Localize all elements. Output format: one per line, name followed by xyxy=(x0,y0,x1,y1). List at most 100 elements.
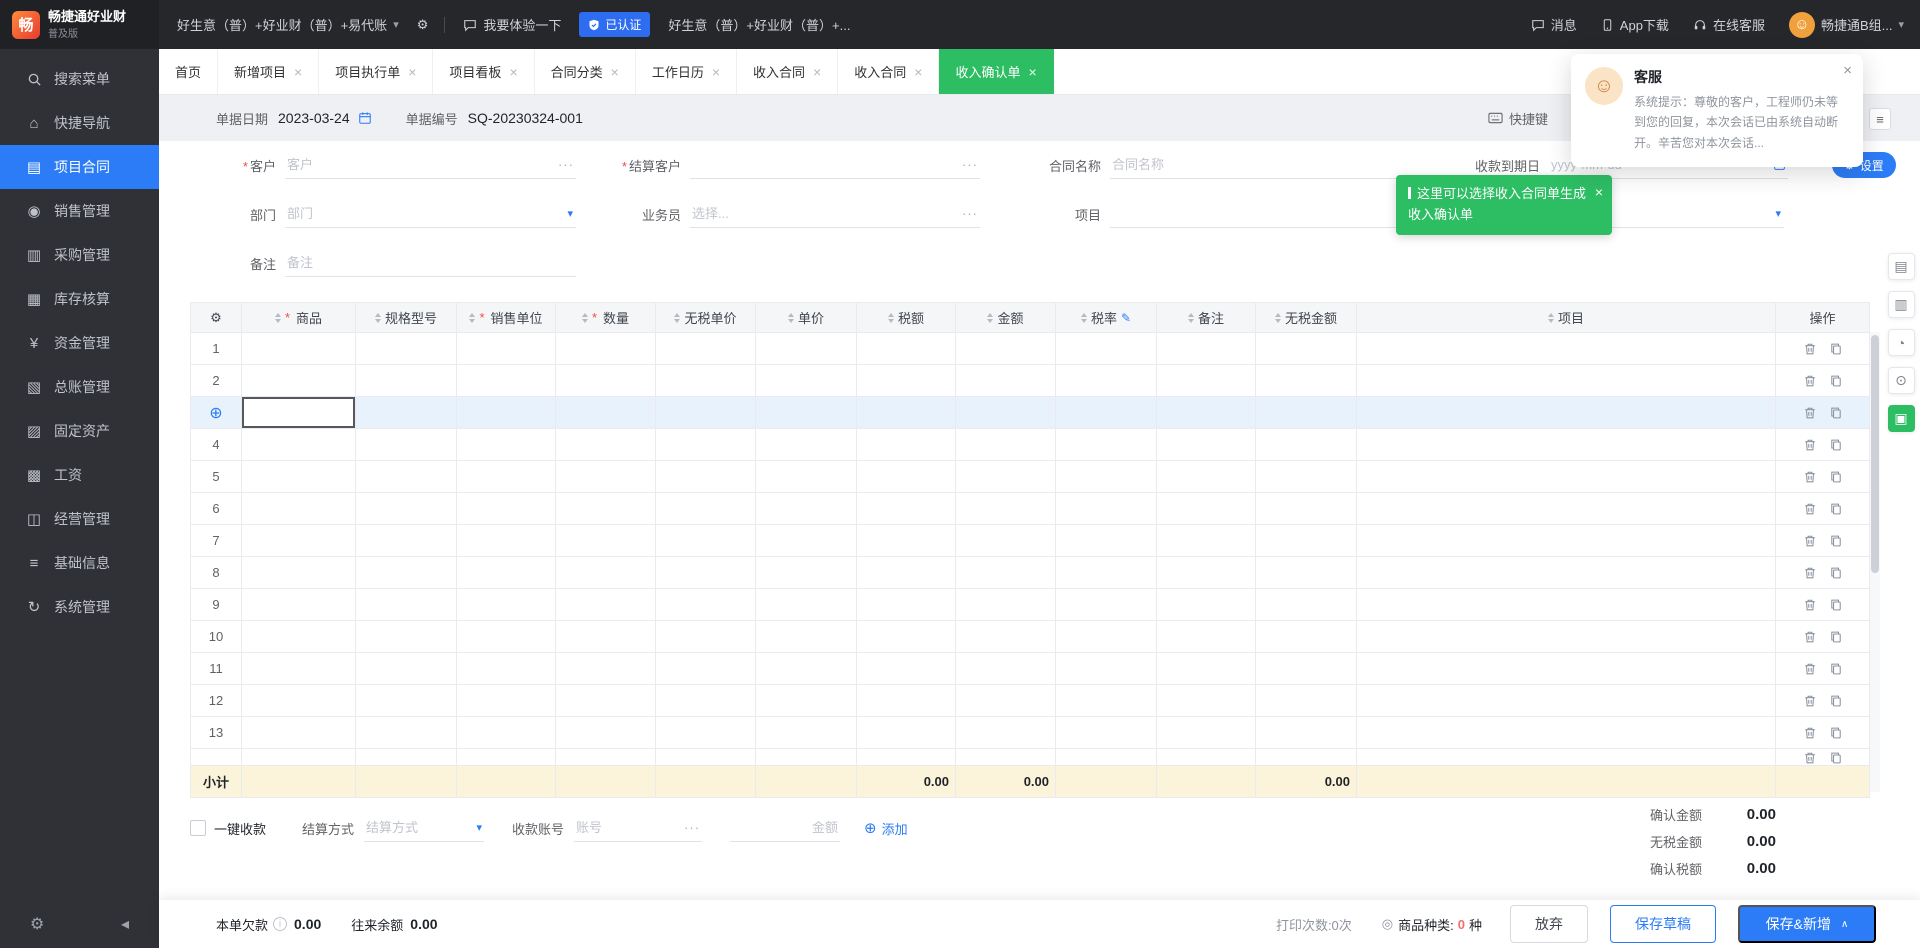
sidebar-item-1[interactable]: ⌂ 快捷导航 xyxy=(0,101,159,145)
chevron-down-icon[interactable]: ▾ xyxy=(1775,207,1782,220)
grid-cell[interactable] xyxy=(1156,332,1256,365)
grid-cell[interactable] xyxy=(1156,716,1256,749)
grid-cell[interactable] xyxy=(555,428,656,461)
hint-close-icon[interactable]: × xyxy=(1595,181,1603,203)
online-service-button[interactable]: 在线客服 xyxy=(1693,15,1765,34)
grid-cell[interactable] xyxy=(355,428,457,461)
popup-close-icon[interactable]: × xyxy=(1843,62,1852,79)
sidebar-item-9[interactable]: ▩ 工资 xyxy=(0,453,159,497)
sidebar-item-3[interactable]: ◉ 销售管理 xyxy=(0,189,159,233)
delete-row-icon[interactable] xyxy=(1803,374,1817,388)
delete-row-icon[interactable] xyxy=(1803,566,1817,580)
tab-8[interactable]: 收入确认单 × xyxy=(939,49,1054,94)
grid-cell[interactable] xyxy=(755,684,857,717)
grid-cell[interactable] xyxy=(355,460,457,493)
sort-icon[interactable] xyxy=(469,312,476,323)
ellipsis-picker-icon[interactable]: ··· xyxy=(962,157,978,172)
grid-cell[interactable] xyxy=(1055,428,1157,461)
grid-cell[interactable] xyxy=(955,556,1056,589)
grid-cell[interactable] xyxy=(1356,652,1776,685)
grid-cell[interactable] xyxy=(755,588,857,621)
grid-cell[interactable] xyxy=(655,332,756,365)
grid-cell[interactable] xyxy=(355,684,457,717)
grid-cell[interactable] xyxy=(456,620,556,653)
column-header-1[interactable]: 规格型号 xyxy=(355,302,457,333)
tab-7[interactable]: 收入合同 × xyxy=(838,49,940,94)
grid-cell[interactable] xyxy=(456,684,556,717)
grid-cell[interactable] xyxy=(355,588,457,621)
grid-cell[interactable] xyxy=(655,684,756,717)
column-header-6[interactable]: 税额 xyxy=(856,302,956,333)
grid-row-5[interactable]: 5 xyxy=(190,460,1870,493)
sidebar-item-11[interactable]: ≡ 基础信息 xyxy=(0,541,159,585)
grid-cell[interactable] xyxy=(655,748,756,766)
experience-link[interactable]: 我要体验一下 xyxy=(463,15,561,34)
grid-cell[interactable] xyxy=(555,524,656,557)
grid-cell[interactable] xyxy=(1255,620,1357,653)
certified-badge[interactable]: 已认证 xyxy=(579,12,651,37)
grid-cell[interactable] xyxy=(655,716,756,749)
sort-icon[interactable] xyxy=(987,312,994,323)
grid-cell[interactable] xyxy=(856,684,956,717)
grid-cell[interactable] xyxy=(456,716,556,749)
grid-cell[interactable] xyxy=(1156,684,1256,717)
grid-cell[interactable] xyxy=(955,460,1056,493)
delete-row-icon[interactable] xyxy=(1803,438,1817,452)
one-click-checkbox[interactable] xyxy=(190,820,206,836)
grid-row-3[interactable]: ⊕ xyxy=(190,396,1870,429)
save-and-new-button[interactable]: 保存&新增 ∧ xyxy=(1738,905,1876,943)
grid-cell[interactable] xyxy=(856,652,956,685)
grid-cell[interactable] xyxy=(456,396,556,429)
grid-cell[interactable] xyxy=(856,620,956,653)
grid-cell[interactable] xyxy=(1156,620,1256,653)
chevron-down-icon[interactable]: ▾ xyxy=(477,821,483,834)
grid-cell[interactable] xyxy=(1055,588,1157,621)
grid-row-13[interactable]: 13 xyxy=(190,716,1870,749)
row-number[interactable]: 8 xyxy=(190,556,242,589)
settle-method-input[interactable] xyxy=(366,820,473,835)
doc-date-value[interactable]: 2023-03-24 xyxy=(278,110,350,126)
tab-close-icon[interactable]: × xyxy=(294,64,302,80)
grid-cell[interactable] xyxy=(555,620,656,653)
grid-cell[interactable] xyxy=(755,748,857,766)
sort-icon[interactable] xyxy=(887,312,894,323)
grid-cell[interactable] xyxy=(355,364,457,397)
delete-row-icon[interactable] xyxy=(1803,598,1817,612)
tab-5[interactable]: 工作日历 × xyxy=(636,49,738,94)
grid-cell[interactable] xyxy=(1356,364,1776,397)
grid-cell[interactable] xyxy=(955,588,1056,621)
sidebar-item-5[interactable]: ▦ 库存核算 xyxy=(0,277,159,321)
grid-cell[interactable] xyxy=(241,492,356,525)
column-header-10[interactable]: 无税金额 xyxy=(1255,302,1357,333)
grid-cell[interactable] xyxy=(355,652,457,685)
clock-icon[interactable]: ◔ xyxy=(1887,329,1915,356)
grid-cell[interactable] xyxy=(1356,684,1776,717)
copy-row-icon[interactable] xyxy=(1829,566,1843,580)
add-payment-button[interactable]: ⊕ 添加 xyxy=(864,819,908,838)
grid-cell[interactable] xyxy=(1356,396,1776,429)
tax-rate-edit-icon[interactable]: ✎ xyxy=(1121,311,1131,325)
sidebar-item-6[interactable]: ¥ 资金管理 xyxy=(0,321,159,365)
grid-cell[interactable] xyxy=(1356,428,1776,461)
grid-cell[interactable] xyxy=(856,396,956,429)
grid-settings-gear-icon[interactable]: ⚙ xyxy=(190,302,242,333)
customer-input[interactable] xyxy=(287,157,554,172)
grid-row-12[interactable]: 12 xyxy=(190,684,1870,717)
grid-cell[interactable] xyxy=(1055,748,1157,766)
grid-cell[interactable] xyxy=(1356,524,1776,557)
grid-cell[interactable] xyxy=(655,556,756,589)
sidebar-item-0[interactable]: 搜索菜单 xyxy=(0,57,159,101)
sidebar-settings-icon[interactable]: ⚙ xyxy=(30,914,44,934)
grid-cell[interactable] xyxy=(1055,684,1157,717)
copy-row-icon[interactable] xyxy=(1829,470,1843,484)
grid-cell[interactable] xyxy=(355,748,457,766)
grid-cell[interactable] xyxy=(1055,460,1157,493)
delete-row-icon[interactable] xyxy=(1803,342,1817,356)
grid-cell[interactable] xyxy=(1255,332,1357,365)
grid-cell[interactable] xyxy=(655,652,756,685)
row-number[interactable]: ⊕ xyxy=(190,396,242,429)
grid-cell[interactable] xyxy=(955,332,1056,365)
tab-2[interactable]: 项目执行单 × xyxy=(319,49,434,94)
copy-row-icon[interactable] xyxy=(1829,630,1843,644)
tab-close-icon[interactable]: × xyxy=(509,64,517,80)
